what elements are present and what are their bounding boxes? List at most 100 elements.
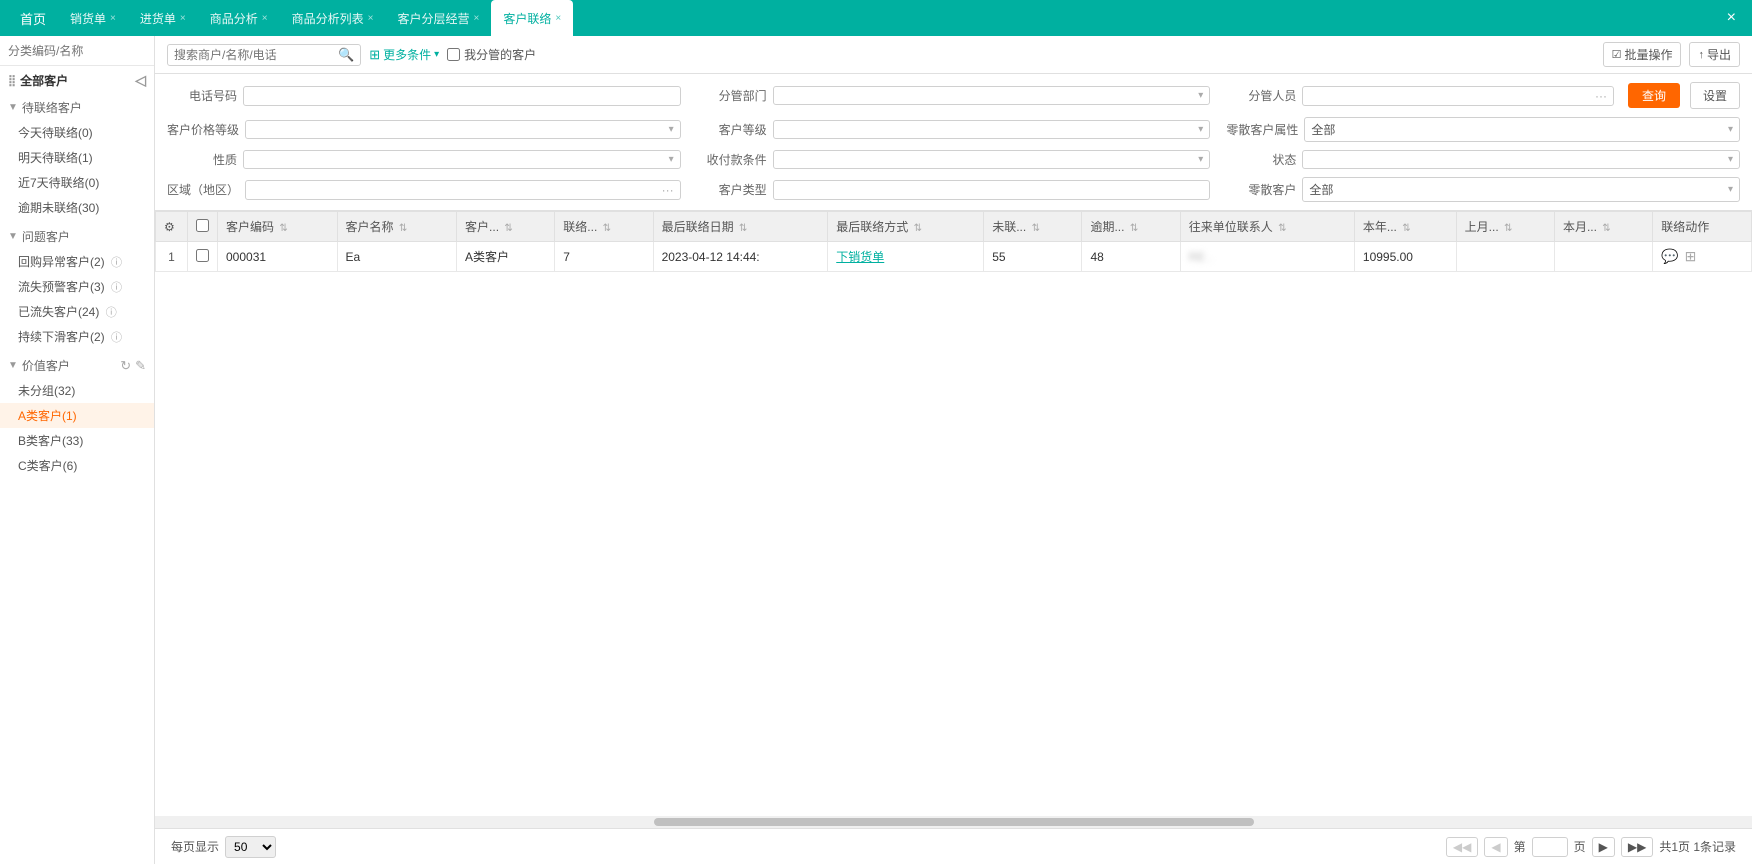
my-customers-checkbox[interactable] — [447, 48, 460, 61]
th-last-method[interactable]: 最后联络方式 ⇅ — [828, 212, 984, 242]
sidebar-item-churned[interactable]: 已流失客户(24) ⓘ — [0, 299, 154, 324]
th-overdue[interactable]: 逾期... ⇅ — [1082, 212, 1180, 242]
scrollbar-thumb[interactable] — [654, 818, 1254, 826]
sidebar-item-7days[interactable]: 近7天待联络(0) — [0, 170, 154, 195]
th-this-year[interactable]: 本年... ⇅ — [1354, 212, 1456, 242]
page-size-select[interactable]: 50 100 200 — [225, 836, 276, 858]
sidebar-collapse-icon[interactable]: ◁ — [135, 72, 146, 89]
filter-price-tier-select[interactable]: ▾ — [245, 120, 681, 139]
nav-tab-analysis[interactable]: 商品分析 × — [198, 0, 280, 36]
sidebar-item-declining[interactable]: 持续下滑客户(2) ⓘ — [0, 324, 154, 349]
filter-manager-input[interactable] — [1309, 89, 1595, 103]
nav-tab-purchase-close[interactable]: × — [180, 13, 186, 24]
th-last-month[interactable]: 上月... ⇅ — [1456, 212, 1554, 242]
th-last-date[interactable]: 最后联络日期 ⇅ — [653, 212, 828, 242]
filter-region-input[interactable] — [252, 183, 662, 197]
td-name[interactable]: Ea — [337, 242, 457, 272]
chat-icon[interactable]: 💬 — [1661, 248, 1678, 265]
more-icon[interactable]: ··· — [1595, 89, 1607, 103]
page-size-label: 每页显示 — [171, 838, 219, 855]
filter-search-icon[interactable]: 🔍 — [338, 47, 354, 63]
filter-more-btn[interactable]: ⊞ 更多条件 ▾ — [369, 46, 439, 63]
sort-icon-year[interactable]: ⇅ — [1402, 223, 1410, 234]
sort-icon-overdue[interactable]: ⇅ — [1130, 223, 1138, 234]
batch-op-button[interactable]: ☑ 批量操作 — [1603, 42, 1682, 67]
filter-dept-select[interactable]: ▾ — [773, 86, 1211, 105]
more-icon2[interactable]: ··· — [662, 183, 674, 197]
sidebar-search-input[interactable] — [8, 44, 155, 58]
nav-tab-customer-tier[interactable]: 客户分层经营 × — [385, 0, 491, 36]
sort-icon-unit[interactable]: ⇅ — [1278, 223, 1286, 234]
next-page-button[interactable]: ▶ — [1592, 837, 1615, 857]
sort-icon-method[interactable]: ⇅ — [914, 223, 922, 234]
sidebar-item-churn-warning[interactable]: 流失预警客户(3) ⓘ — [0, 274, 154, 299]
qrcode-icon[interactable]: ⊞ — [1685, 248, 1697, 265]
th-contact[interactable]: 联络... ⇅ — [555, 212, 653, 242]
sort-icon-type[interactable]: ⇅ — [504, 223, 512, 234]
sidebar-group-problem-title[interactable]: ▼ 问题客户 — [0, 224, 154, 249]
th-this-month[interactable]: 本月... ⇅ — [1554, 212, 1652, 242]
sort-icon-contact[interactable]: ⇅ — [603, 223, 611, 234]
sort-icon-lmonth[interactable]: ⇅ — [1504, 223, 1512, 234]
nav-tab-salesorder[interactable]: 销货单 × — [58, 0, 128, 36]
select-all-checkbox[interactable] — [196, 219, 209, 232]
th-code[interactable]: 客户编码 ⇅ — [218, 212, 338, 242]
filter-search-input[interactable] — [174, 48, 334, 62]
filter-payment-select[interactable]: ▾ — [773, 150, 1211, 169]
prev-page-button[interactable]: ◀ — [1484, 837, 1507, 857]
th-not-contact[interactable]: 未联... ⇅ — [984, 212, 1082, 242]
sort-icon-date[interactable]: ⇅ — [739, 223, 747, 234]
th-customer-type[interactable]: 客户... ⇅ — [457, 212, 555, 242]
nav-tab-customer-contact-close[interactable]: × — [555, 13, 561, 24]
edit-icon[interactable]: ✎ — [135, 358, 146, 374]
th-unit-contact[interactable]: 往来单位联系人 ⇅ — [1180, 212, 1354, 242]
chevron-down-icon7: ▾ — [1198, 154, 1203, 165]
nav-tab-analysis-list-close[interactable]: × — [368, 13, 374, 24]
page-number-input[interactable]: 1 — [1532, 837, 1568, 857]
query-button[interactable]: 查询 — [1628, 83, 1680, 108]
nav-home[interactable]: 首页 — [8, 0, 58, 36]
settings-button[interactable]: 设置 — [1690, 82, 1740, 109]
sidebar-item-class-a[interactable]: A类客户(1) — [0, 403, 154, 428]
th-settings[interactable]: ⚙ — [156, 212, 188, 242]
horizontal-scrollbar[interactable] — [155, 816, 1752, 828]
sidebar-all-customers-label[interactable]: 全部客户 — [20, 72, 68, 89]
first-page-button[interactable]: ◀◀ — [1446, 837, 1478, 857]
filter-customer-type-input[interactable] — [780, 183, 1204, 197]
sidebar-item-ungrouped[interactable]: 未分组(32) — [0, 378, 154, 403]
th-checkbox[interactable] — [188, 212, 218, 242]
sort-icon-name[interactable]: ⇅ — [399, 223, 407, 234]
nav-tab-customer-tier-close[interactable]: × — [473, 13, 479, 24]
filter-customer-tier-select[interactable]: ▾ — [773, 120, 1211, 139]
th-name[interactable]: 客户名称 ⇅ — [337, 212, 457, 242]
filter-status-select[interactable]: ▾ — [1302, 150, 1740, 169]
sidebar-item-today[interactable]: 今天待联络(0) — [0, 120, 154, 145]
nav-tab-purchase[interactable]: 进货单 × — [128, 0, 198, 36]
td-checkbox[interactable] — [188, 242, 218, 272]
nav-tab-analysis-list[interactable]: 商品分析列表 × — [280, 0, 386, 36]
sort-icon-not-contact[interactable]: ⇅ — [1032, 223, 1040, 234]
nav-tab-analysis-close[interactable]: × — [262, 13, 268, 24]
filter-phone-input[interactable] — [250, 89, 674, 103]
sort-icon-code[interactable]: ⇅ — [279, 223, 287, 234]
sidebar-item-overdue[interactable]: 逾期未联络(30) — [0, 195, 154, 220]
sidebar-item-class-b[interactable]: B类客户(33) — [0, 428, 154, 453]
sort-icon-tmonth[interactable]: ⇅ — [1602, 223, 1610, 234]
refresh-icon[interactable]: ↻ — [120, 358, 131, 374]
filter-nature-select[interactable]: ▾ — [243, 150, 681, 169]
row-checkbox[interactable] — [196, 249, 209, 262]
settings-icon[interactable]: ⚙ — [164, 220, 175, 234]
sidebar-item-tomorrow[interactable]: 明天待联络(1) — [0, 145, 154, 170]
nav-tab-salesorder-close[interactable]: × — [110, 13, 116, 24]
export-button[interactable]: ↑ 导出 — [1689, 42, 1740, 67]
sidebar-item-class-c[interactable]: C类客户(6) — [0, 453, 154, 478]
sidebar-group-value-title[interactable]: ▼ 价值客户 ↻ ✎ — [0, 353, 154, 378]
last-page-button[interactable]: ▶▶ — [1621, 837, 1653, 857]
filter-retail-attr-select[interactable]: 全部 ▾ — [1304, 117, 1740, 142]
window-close-button[interactable]: × — [1719, 9, 1744, 27]
nav-tab-customer-contact[interactable]: 客户联络 × — [491, 0, 573, 36]
filter-retail-customer-select[interactable]: 全部 ▾ — [1302, 177, 1740, 202]
sidebar-item-repurchase-abnormal[interactable]: 回购异常客户(2) ⓘ — [0, 249, 154, 274]
sidebar-group-pending-title[interactable]: ▼ 待联络客户 — [0, 95, 154, 120]
td-last-method[interactable]: 下销货单 — [828, 242, 984, 272]
